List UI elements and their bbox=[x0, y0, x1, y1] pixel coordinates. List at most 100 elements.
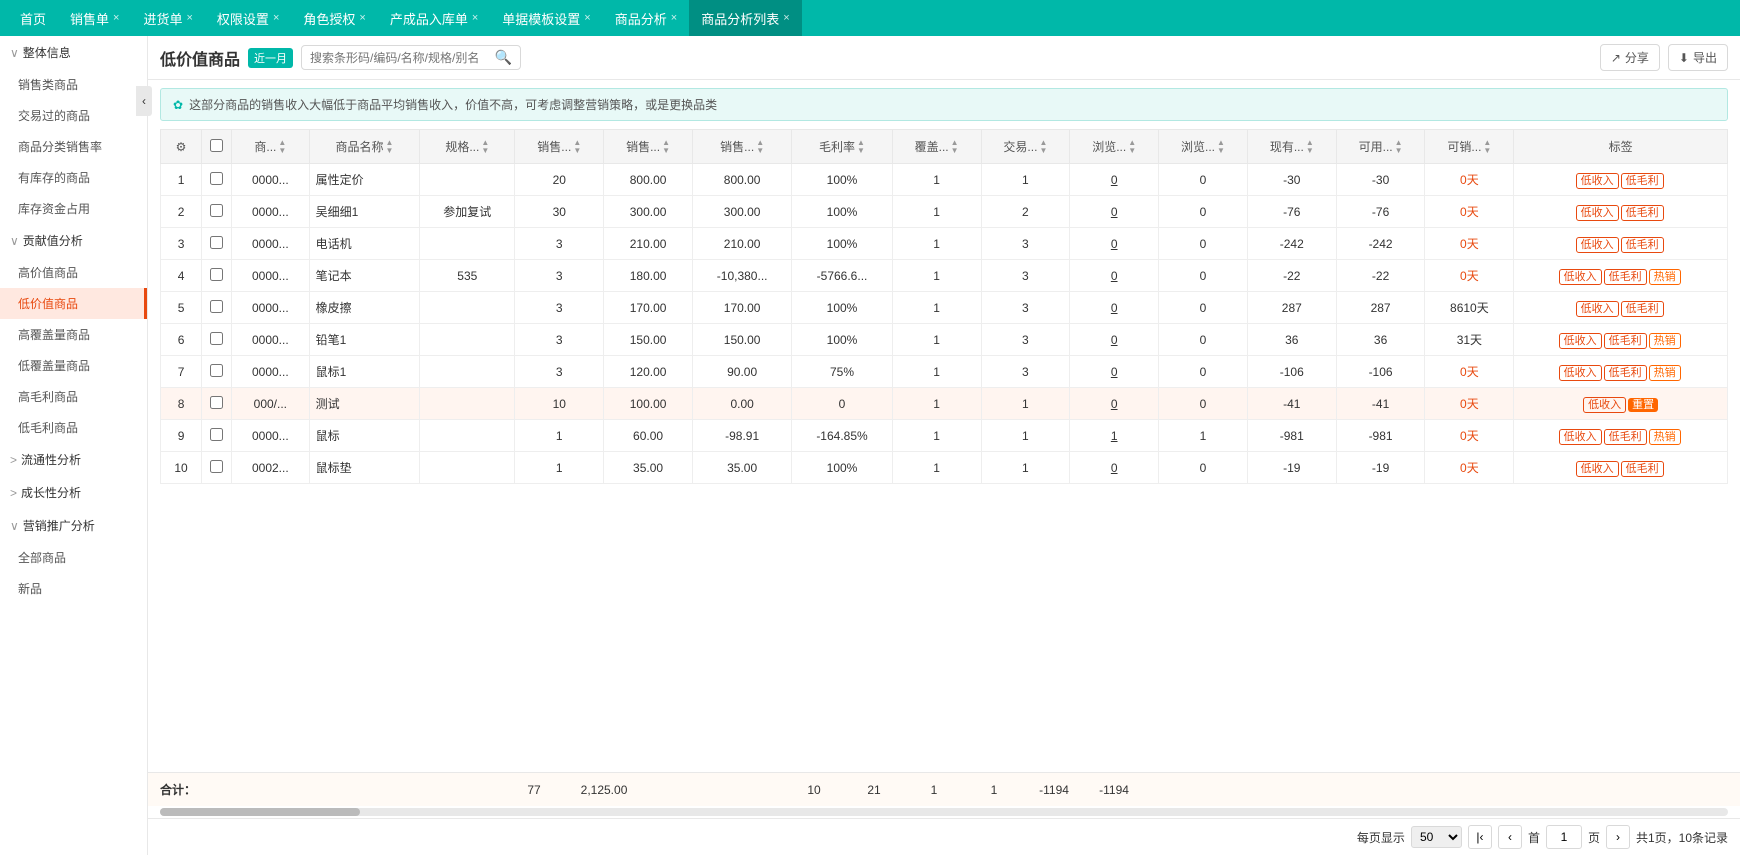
row-name[interactable]: 铅笔1 bbox=[309, 324, 420, 356]
row-select-checkbox[interactable] bbox=[210, 428, 223, 441]
close-icon[interactable]: × bbox=[186, 12, 192, 24]
row-checkbox[interactable] bbox=[202, 452, 232, 484]
row-select-checkbox[interactable] bbox=[210, 268, 223, 281]
sidebar-item-low-value[interactable]: 低价值商品 bbox=[0, 288, 147, 319]
nav-sales-order[interactable]: 销售单 × bbox=[58, 0, 131, 36]
close-icon[interactable]: × bbox=[113, 12, 119, 24]
sidebar-group-marketing[interactable]: ∨ 营销推广分析 bbox=[0, 509, 147, 542]
close-icon[interactable]: × bbox=[472, 12, 478, 24]
row-select-checkbox[interactable] bbox=[210, 332, 223, 345]
select-all-checkbox[interactable] bbox=[210, 139, 223, 152]
sidebar-item-category-sales-rate[interactable]: 商品分类销售率 bbox=[0, 131, 147, 162]
row-select-checkbox[interactable] bbox=[210, 396, 223, 409]
sidebar-item-new-products[interactable]: 新品 bbox=[0, 573, 147, 604]
row-views1[interactable]: 0 bbox=[1070, 388, 1159, 420]
row-name[interactable]: 鼠标1 bbox=[309, 356, 420, 388]
row-views1[interactable]: 1 bbox=[1070, 420, 1159, 452]
scroll-track[interactable] bbox=[160, 808, 1728, 816]
close-icon[interactable]: × bbox=[584, 12, 590, 24]
row-views1[interactable]: 0 bbox=[1070, 260, 1159, 292]
row-views1[interactable]: 0 bbox=[1070, 356, 1159, 388]
row-select-checkbox[interactable] bbox=[210, 364, 223, 377]
nav-permissions[interactable]: 权限设置 × bbox=[205, 0, 291, 36]
col-spec[interactable]: 规格...▲▼ bbox=[420, 130, 515, 164]
row-views1[interactable]: 0 bbox=[1070, 196, 1159, 228]
sidebar-item-low-coverage[interactable]: 低覆盖量商品 bbox=[0, 350, 147, 381]
sidebar-group-contribution[interactable]: ∨ 贡献值分析 bbox=[0, 224, 147, 257]
row-name[interactable]: 鼠标 bbox=[309, 420, 420, 452]
close-icon[interactable]: × bbox=[671, 12, 677, 24]
nav-roles[interactable]: 角色授权 × bbox=[291, 0, 377, 36]
share-button[interactable]: ↗ 分享 bbox=[1600, 44, 1660, 71]
row-views1[interactable]: 0 bbox=[1070, 324, 1159, 356]
sidebar-item-stock-capital[interactable]: 库存资金占用 bbox=[0, 193, 147, 224]
row-views1[interactable]: 0 bbox=[1070, 164, 1159, 196]
sidebar-collapse-button[interactable]: ‹ bbox=[136, 86, 152, 116]
col-settings[interactable]: ⚙ bbox=[161, 130, 202, 164]
row-checkbox[interactable] bbox=[202, 260, 232, 292]
col-select-all[interactable] bbox=[202, 130, 232, 164]
sidebar-group-overall[interactable]: ∨ 整体信息 bbox=[0, 36, 147, 69]
sidebar-group-circulation[interactable]: > 流通性分析 bbox=[0, 443, 147, 476]
nav-product-instock[interactable]: 产成品入库单 × bbox=[378, 0, 490, 36]
close-icon[interactable]: × bbox=[783, 12, 789, 24]
col-code[interactable]: 商...▲▼ bbox=[232, 130, 310, 164]
row-name[interactable]: 橡皮擦 bbox=[309, 292, 420, 324]
col-name[interactable]: 商品名称▲▼ bbox=[309, 130, 420, 164]
row-checkbox[interactable] bbox=[202, 324, 232, 356]
sidebar-item-traded-products[interactable]: 交易过的商品 bbox=[0, 100, 147, 131]
next-page-button[interactable]: › bbox=[1606, 825, 1630, 849]
time-range-badge[interactable]: 近一月 bbox=[248, 48, 293, 68]
col-sales-qty[interactable]: 销售...▲▼ bbox=[515, 130, 604, 164]
close-icon[interactable]: × bbox=[359, 12, 365, 24]
col-views1[interactable]: 浏览...▲▼ bbox=[1070, 130, 1159, 164]
nav-home[interactable]: 首页 bbox=[8, 0, 58, 36]
row-select-checkbox[interactable] bbox=[210, 236, 223, 249]
row-checkbox[interactable] bbox=[202, 420, 232, 452]
sidebar-item-stock-products[interactable]: 有库存的商品 bbox=[0, 162, 147, 193]
nav-product-analysis[interactable]: 商品分析 × bbox=[603, 0, 689, 36]
row-checkbox[interactable] bbox=[202, 196, 232, 228]
col-sales-amount[interactable]: 销售...▲▼ bbox=[604, 130, 693, 164]
row-select-checkbox[interactable] bbox=[210, 204, 223, 217]
sidebar-item-high-coverage[interactable]: 高覆盖量商品 bbox=[0, 319, 147, 350]
nav-purchase-order[interactable]: 进货单 × bbox=[131, 0, 204, 36]
sidebar-item-sales-products[interactable]: 销售类商品 bbox=[0, 69, 147, 100]
row-checkbox[interactable] bbox=[202, 292, 232, 324]
nav-template-settings[interactable]: 单据模板设置 × bbox=[490, 0, 602, 36]
sidebar-group-growth[interactable]: > 成长性分析 bbox=[0, 476, 147, 509]
row-views1[interactable]: 0 bbox=[1070, 452, 1159, 484]
row-checkbox[interactable] bbox=[202, 164, 232, 196]
col-coverage[interactable]: 覆盖...▲▼ bbox=[892, 130, 981, 164]
sidebar-item-high-value[interactable]: 高价值商品 bbox=[0, 257, 147, 288]
row-select-checkbox[interactable] bbox=[210, 172, 223, 185]
col-current-stock[interactable]: 现有...▲▼ bbox=[1247, 130, 1336, 164]
row-name[interactable]: 笔记本 bbox=[309, 260, 420, 292]
row-checkbox[interactable] bbox=[202, 228, 232, 260]
row-name[interactable]: 属性定价 bbox=[309, 164, 420, 196]
search-input[interactable] bbox=[310, 51, 495, 65]
col-views2[interactable]: 浏览...▲▼ bbox=[1159, 130, 1248, 164]
col-sellable[interactable]: 可销...▲▼ bbox=[1425, 130, 1514, 164]
close-icon[interactable]: × bbox=[273, 12, 279, 24]
row-views1[interactable]: 0 bbox=[1070, 228, 1159, 260]
row-select-checkbox[interactable] bbox=[210, 300, 223, 313]
col-margin[interactable]: 毛利率▲▼ bbox=[792, 130, 892, 164]
row-views1[interactable]: 0 bbox=[1070, 292, 1159, 324]
scroll-thumb[interactable] bbox=[160, 808, 360, 816]
prev-page-button[interactable]: ‹ bbox=[1498, 825, 1522, 849]
search-icon[interactable]: 🔍 bbox=[495, 49, 512, 66]
row-name[interactable]: 吴细细1 bbox=[309, 196, 420, 228]
col-sales-avg[interactable]: 销售...▲▼ bbox=[692, 130, 791, 164]
first-page-button[interactable]: |‹ bbox=[1468, 825, 1492, 849]
col-transactions[interactable]: 交易...▲▼ bbox=[981, 130, 1070, 164]
row-name[interactable]: 测试 bbox=[309, 388, 420, 420]
export-button[interactable]: ⬇ 导出 bbox=[1668, 44, 1728, 71]
sidebar-item-low-margin[interactable]: 低毛利商品 bbox=[0, 412, 147, 443]
sidebar-item-high-margin[interactable]: 高毛利商品 bbox=[0, 381, 147, 412]
row-checkbox[interactable] bbox=[202, 356, 232, 388]
row-select-checkbox[interactable] bbox=[210, 460, 223, 473]
nav-product-analysis-list[interactable]: 商品分析列表 × bbox=[689, 0, 801, 36]
sidebar-item-all-products[interactable]: 全部商品 bbox=[0, 542, 147, 573]
col-available[interactable]: 可用...▲▼ bbox=[1336, 130, 1425, 164]
